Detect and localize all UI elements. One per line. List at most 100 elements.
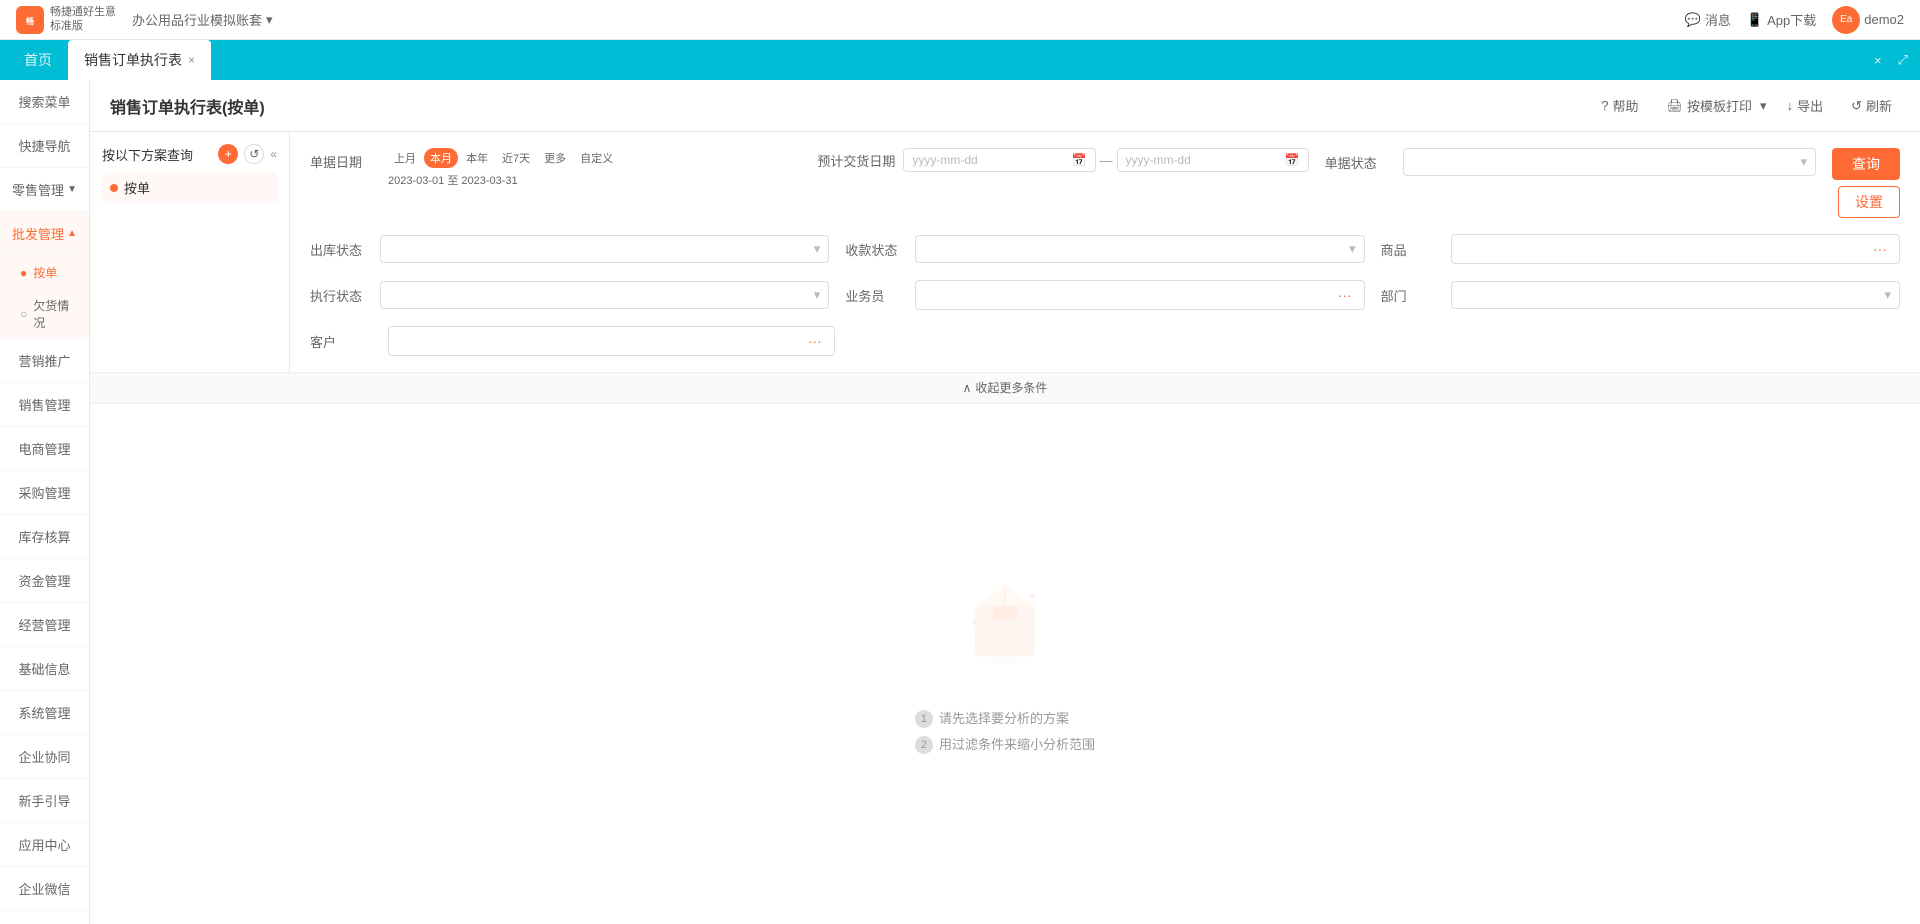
customer-label: 客户 bbox=[310, 332, 380, 351]
expected-date-to[interactable]: yyyy-mm-dd 📅 bbox=[1117, 148, 1309, 172]
sidebar-item-marketing[interactable]: 营销推广 bbox=[0, 339, 89, 383]
help-btn[interactable]: ? 帮助 bbox=[1593, 92, 1646, 119]
date-btn-this-month[interactable]: 本月 bbox=[424, 148, 458, 168]
user-avatar: Ea bbox=[1832, 6, 1860, 34]
nav-tabs-right: × ⤢ bbox=[1870, 48, 1912, 72]
sidebar-item-search-menu[interactable]: 搜索菜单 bbox=[0, 80, 89, 124]
print-btn[interactable]: 🖨 按模板打印 bbox=[1659, 92, 1761, 119]
date-btn-last-month[interactable]: 上月 bbox=[388, 148, 422, 168]
expected-date-from[interactable]: yyyy-mm-dd 📅 bbox=[903, 148, 1095, 172]
expected-date-label: 预计交货日期 bbox=[817, 151, 895, 170]
filter-scheme-actions: + ↺ « bbox=[218, 144, 277, 164]
logo-text: 畅捷通好生意 标准版 bbox=[50, 6, 116, 32]
sub-item-dot-active: ● bbox=[20, 266, 27, 280]
refresh-btn[interactable]: ↺ 刷新 bbox=[1843, 92, 1900, 119]
sidebar-item-enterprise-collab[interactable]: 企业协同 bbox=[0, 735, 89, 779]
sidebar-item-ecom-mgmt[interactable]: 电商管理 bbox=[0, 427, 89, 471]
date-btn-7days[interactable]: 近7天 bbox=[496, 148, 536, 168]
sidebar-item-sys-mgmt[interactable]: 系统管理 bbox=[0, 691, 89, 735]
collapse-more-btn[interactable]: ∧ 收起更多条件 bbox=[90, 372, 1920, 402]
sidebar-item-purchase-mgmt[interactable]: 采购管理 bbox=[0, 471, 89, 515]
refresh-icon: ↺ bbox=[1851, 98, 1862, 114]
exec-status-select[interactable]: ▾ bbox=[380, 281, 829, 309]
window-expand-btn[interactable]: ⤢ bbox=[1894, 48, 1912, 72]
tip-num-1: 1 bbox=[915, 710, 933, 728]
sidebar-item-enterprise-wechat[interactable]: 企业微信 bbox=[0, 867, 89, 911]
tab-home[interactable]: 首页 bbox=[8, 40, 68, 80]
product-input[interactable]: ··· bbox=[1451, 234, 1900, 264]
exec-status-label: 执行状态 bbox=[310, 286, 380, 305]
refresh-scheme-btn[interactable]: ↺ bbox=[244, 144, 264, 164]
filter-row-3: 执行状态 ▾ 业务员 ··· bbox=[310, 280, 1900, 310]
export-icon: ↓ bbox=[1787, 98, 1794, 113]
search-btn[interactable]: 查询 bbox=[1832, 148, 1900, 180]
empty-state: ✦ ✦ 1 请先选择要分析的方案 2 用过滤条件来缩小分析范围 bbox=[90, 404, 1920, 924]
expected-date-control: yyyy-mm-dd 📅 — yyyy-mm-dd 📅 bbox=[903, 148, 1308, 172]
chevron-down-icon: ▼ bbox=[67, 184, 77, 195]
product-label: 商品 bbox=[1381, 240, 1451, 259]
app-download-btn[interactable]: 📱 App下载 bbox=[1747, 10, 1816, 29]
top-bar: 畅 畅捷通好生意 标准版 办公用品行业模拟账套 ▾ 💬 消息 📱 App下载 E… bbox=[0, 0, 1920, 40]
sidebar-item-biz-mgmt[interactable]: 经营管理 bbox=[0, 603, 89, 647]
customer-dots-btn[interactable]: ··· bbox=[804, 331, 826, 351]
chevron-down-icon-exec: ▾ bbox=[814, 287, 821, 303]
empty-icon: ✦ ✦ bbox=[955, 571, 1055, 690]
sidebar-item-retail-mgmt[interactable]: 零售管理 ▼ bbox=[0, 168, 89, 212]
product-dots-btn[interactable]: ··· bbox=[1869, 239, 1891, 259]
add-scheme-btn[interactable]: + bbox=[218, 144, 238, 164]
user-area[interactable]: Ea demo2 bbox=[1832, 6, 1904, 34]
dept-select[interactable]: ▾ bbox=[1451, 281, 1900, 309]
tab-close-btn[interactable]: × bbox=[188, 53, 195, 67]
out-status-select[interactable]: ▾ bbox=[380, 235, 829, 263]
tab-sales-order[interactable]: 销售订单执行表 × bbox=[68, 40, 211, 80]
filter-fields: 单据日期 上月 本月 本年 近7天 更多 自定义 20 bbox=[290, 132, 1920, 372]
nav-tabs: 首页 销售订单执行表 × × ⤢ bbox=[0, 40, 1920, 80]
chevron-down-icon: ▾ bbox=[1800, 154, 1807, 170]
export-btn[interactable]: ↓ 导出 bbox=[1779, 92, 1832, 119]
date-btn-this-year[interactable]: 本年 bbox=[460, 148, 494, 168]
dept-label: 部门 bbox=[1381, 286, 1451, 305]
logo-area: 畅 畅捷通好生意 标准版 bbox=[16, 6, 116, 34]
sidebar-item-app-center[interactable]: 应用中心 bbox=[0, 823, 89, 867]
sidebar-item-sales-mgmt[interactable]: 销售管理 bbox=[0, 383, 89, 427]
salesperson-input[interactable]: ··· bbox=[915, 280, 1364, 310]
customer-input[interactable]: ··· bbox=[388, 326, 835, 356]
calendar-icon: 📅 bbox=[1072, 153, 1087, 167]
app-logo-icon: 畅 bbox=[16, 6, 44, 34]
scheme-item-order[interactable]: 按单 bbox=[102, 172, 277, 203]
sidebar: 搜索菜单 快捷导航 零售管理 ▼ 批发管理 ▲ ● 按单 ○ 欠货情况 营销推广 bbox=[0, 80, 90, 924]
sidebar-sub-item-debt[interactable]: ○ 欠货情况 bbox=[0, 289, 89, 339]
sidebar-item-wholesale-mgmt[interactable]: 批发管理 ▲ bbox=[0, 212, 89, 256]
settings-btn[interactable]: 设置 bbox=[1838, 186, 1900, 218]
sidebar-item-basic-info[interactable]: 基础信息 bbox=[0, 647, 89, 691]
collapse-scheme-btn[interactable]: « bbox=[270, 147, 277, 161]
calendar-icon-2: 📅 bbox=[1285, 153, 1300, 167]
date-quick-btns: 上月 本月 本年 近7天 更多 自定义 bbox=[388, 148, 801, 168]
main-content: 销售订单执行表(按单) ? 帮助 🖨 按模板打印 ▾ ↓ 导出 bbox=[90, 80, 1920, 924]
main-layout: 搜索菜单 快捷导航 零售管理 ▼ 批发管理 ▲ ● 按单 ○ 欠货情况 营销推广 bbox=[0, 80, 1920, 924]
print-dropdown-icon[interactable]: ▾ bbox=[1760, 98, 1767, 114]
chevron-down-icon-dept: ▾ bbox=[1884, 287, 1891, 303]
sidebar-item-finance-mgmt[interactable]: 资金管理 bbox=[0, 559, 89, 603]
salesperson-dots-btn[interactable]: ··· bbox=[1334, 285, 1356, 305]
window-close-btn[interactable]: × bbox=[1870, 49, 1886, 72]
empty-tip-item-2: 2 用过滤条件来缩小分析范围 bbox=[915, 732, 1095, 758]
sidebar-item-quick-nav[interactable]: 快捷导航 bbox=[0, 124, 89, 168]
filter-scheme-header: 按以下方案查询 + ↺ « bbox=[102, 144, 277, 164]
date-separator: — bbox=[1100, 153, 1113, 168]
sidebar-sub-item-order[interactable]: ● 按单 bbox=[0, 256, 89, 289]
date-btn-custom[interactable]: 自定义 bbox=[574, 148, 619, 168]
doc-status-select[interactable]: ▾ bbox=[1403, 148, 1816, 176]
page-selector[interactable]: 办公用品行业模拟账套 ▾ bbox=[124, 8, 281, 31]
collect-status-select[interactable]: ▾ bbox=[915, 235, 1364, 263]
print-icon: 🖨 bbox=[1667, 98, 1684, 114]
sidebar-item-inventory[interactable]: 库存核算 bbox=[0, 515, 89, 559]
date-btn-more[interactable]: 更多 bbox=[538, 148, 572, 168]
sidebar-item-new-user[interactable]: 新手引导 bbox=[0, 779, 89, 823]
help-icon: ? bbox=[1601, 98, 1608, 113]
date-range-display: 2023-03-01 至 2023-03-31 bbox=[388, 172, 801, 188]
filter-product: 商品 ··· bbox=[1381, 234, 1900, 264]
expected-date-inputs: yyyy-mm-dd 📅 — yyyy-mm-dd 📅 bbox=[903, 148, 1308, 172]
message-btn[interactable]: 💬 消息 bbox=[1685, 10, 1731, 29]
sidebar-item-member[interactable]: 畅会员 bbox=[0, 911, 89, 924]
